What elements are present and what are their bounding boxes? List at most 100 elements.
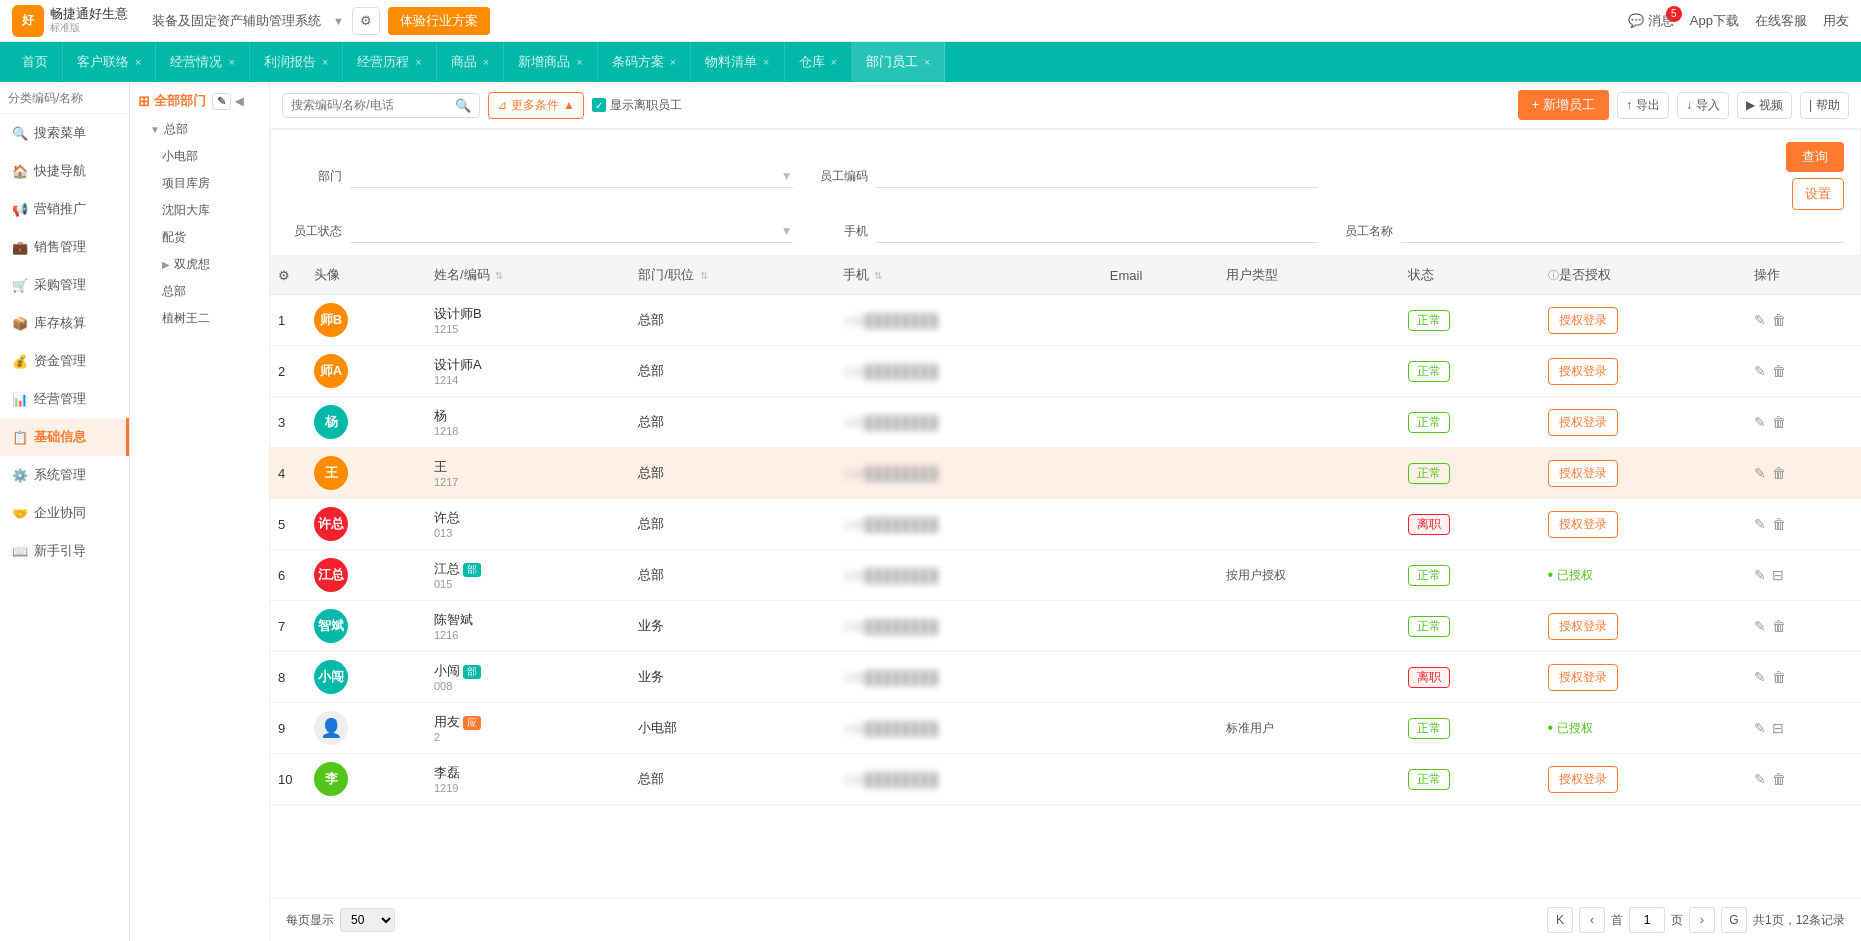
delete-button[interactable]: ⊟ <box>1772 720 1784 736</box>
col-dept[interactable]: 部门/职位 ⇅ <box>630 256 834 295</box>
page-number-input[interactable] <box>1629 907 1665 933</box>
auth-login-button[interactable]: 授权登录 <box>1548 511 1618 538</box>
user-menu[interactable]: 用友 <box>1823 12 1849 30</box>
status-select[interactable]: ▼ <box>350 220 793 243</box>
sidebar-item-system[interactable]: ⚙️系统管理 <box>0 456 129 494</box>
tab-department[interactable]: 部门员工 × <box>852 42 945 82</box>
close-operations-icon[interactable]: × <box>228 56 234 68</box>
more-conditions-button[interactable]: ⊿ 更多条件 ▲ <box>488 92 584 119</box>
auth-login-button[interactable]: 授权登录 <box>1548 307 1618 334</box>
dept-node-zongbu[interactable]: 总部 <box>142 278 269 305</box>
edit-button[interactable]: ✎ <box>1754 516 1766 532</box>
tab-goods[interactable]: 商品 × <box>437 42 504 82</box>
close-warehouse-icon[interactable]: × <box>831 56 837 68</box>
phone-input[interactable] <box>876 220 1319 243</box>
close-profit-icon[interactable]: × <box>322 56 328 68</box>
sidebar-item-basic[interactable]: 📋基础信息 <box>0 418 129 456</box>
app-download-button[interactable]: App下载 <box>1690 12 1739 30</box>
import-button[interactable]: ↓ 导入 <box>1677 92 1729 119</box>
auth-login-button[interactable]: 授权登录 <box>1548 460 1618 487</box>
sidebar-item-purchase[interactable]: 🛒采购管理 <box>0 266 129 304</box>
sidebar-item-business[interactable]: 📊经营管理 <box>0 380 129 418</box>
edit-button[interactable]: ✎ <box>1754 771 1766 787</box>
dept-node-xiaodian[interactable]: 小电部 <box>142 143 269 170</box>
auth-login-button[interactable]: 授权登录 <box>1548 358 1618 385</box>
close-bom-icon[interactable]: × <box>763 56 769 68</box>
video-button[interactable]: ▶ 视频 <box>1737 92 1792 119</box>
export-button[interactable]: ↑ 导出 <box>1617 92 1669 119</box>
dept-select[interactable]: ▼ <box>350 165 793 188</box>
col-name[interactable]: 姓名/编码 ⇅ <box>426 256 630 295</box>
help-button[interactable]: | 帮助 <box>1800 92 1849 119</box>
sidebar-item-finance[interactable]: 💰资金管理 <box>0 342 129 380</box>
delete-button[interactable]: 🗑 <box>1772 363 1786 379</box>
sidebar-item-quicknav[interactable]: 🏠快捷导航 <box>0 152 129 190</box>
delete-button[interactable]: 🗑 <box>1772 771 1786 787</box>
sidebar-item-inventory[interactable]: 📦库存核算 <box>0 304 129 342</box>
dept-node-peihuo[interactable]: 配货 <box>142 224 269 251</box>
reset-button[interactable]: 设置 <box>1792 178 1844 210</box>
close-new-goods-icon[interactable]: × <box>576 56 582 68</box>
first-page-button[interactable]: K <box>1547 907 1573 933</box>
close-goods-icon[interactable]: × <box>483 56 489 68</box>
close-barcode-icon[interactable]: × <box>670 56 676 68</box>
auth-login-button[interactable]: 授权登录 <box>1548 613 1618 640</box>
dept-node-zongbu-parent[interactable]: ▼ 总部 <box>130 116 269 143</box>
delete-button[interactable]: ⊟ <box>1772 567 1784 583</box>
next-page-button[interactable]: › <box>1689 907 1715 933</box>
message-button[interactable]: 💬 消息 5 <box>1628 12 1674 30</box>
col-phone[interactable]: 手机 ⇅ <box>835 256 1102 295</box>
sidebar-item-collab[interactable]: 🤝企业协同 <box>0 494 129 532</box>
trial-button[interactable]: 体验行业方案 <box>388 7 490 35</box>
sidebar-item-marketing[interactable]: 📢营销推广 <box>0 190 129 228</box>
tab-customer[interactable]: 客户联络 × <box>63 42 156 82</box>
settings-button[interactable]: ⚙ <box>352 7 380 35</box>
edit-button[interactable]: ✎ <box>1754 414 1766 430</box>
search-input[interactable] <box>291 98 451 112</box>
tab-warehouse[interactable]: 仓库 × <box>785 42 852 82</box>
dept-node-shenyang[interactable]: 沈阳大库 <box>142 197 269 224</box>
dept-edit-icon[interactable]: ✎ <box>212 93 231 110</box>
dept-collapse-icon[interactable]: ◀ <box>235 95 243 108</box>
query-button[interactable]: 查询 <box>1786 142 1844 172</box>
last-page-button[interactable]: G <box>1721 907 1747 933</box>
edit-button[interactable]: ✎ <box>1754 312 1766 328</box>
sidebar-search-input[interactable] <box>8 91 130 105</box>
tab-bom[interactable]: 物料清单 × <box>691 42 784 82</box>
edit-button[interactable]: ✎ <box>1754 465 1766 481</box>
delete-button[interactable]: 🗑 <box>1772 618 1786 634</box>
close-department-icon[interactable]: × <box>924 56 930 68</box>
edit-button[interactable]: ✎ <box>1754 720 1766 736</box>
online-service-button[interactable]: 在线客服 <box>1755 12 1807 30</box>
auth-login-button[interactable]: 授权登录 <box>1548 409 1618 436</box>
delete-button[interactable]: 🗑 <box>1772 414 1786 430</box>
tab-new-goods[interactable]: 新增商品 × <box>504 42 597 82</box>
dept-node-project[interactable]: 项目库房 <box>142 170 269 197</box>
edit-button[interactable]: ✎ <box>1754 567 1766 583</box>
delete-button[interactable]: 🗑 <box>1772 465 1786 481</box>
show-resigned-toggle[interactable]: ✓ 显示离职员工 <box>592 97 682 114</box>
sys-dropdown-icon[interactable]: ▼ <box>333 15 344 27</box>
sidebar-item-search[interactable]: 🔍搜索菜单 <box>0 114 129 152</box>
close-customer-icon[interactable]: × <box>135 56 141 68</box>
edit-button[interactable]: ✎ <box>1754 669 1766 685</box>
sidebar-item-sales[interactable]: 💼销售管理 <box>0 228 129 266</box>
edit-button[interactable]: ✎ <box>1754 618 1766 634</box>
prev-page-button[interactable]: ‹ <box>1579 907 1605 933</box>
search-icon[interactable]: 🔍 <box>455 98 471 113</box>
dept-all-header[interactable]: ⊞ 全部部门 ✎ ◀ <box>130 86 269 116</box>
emp-code-input[interactable] <box>876 165 1319 188</box>
show-resigned-checkbox[interactable]: ✓ <box>592 98 606 112</box>
tab-history[interactable]: 经营历程 × <box>343 42 436 82</box>
dept-node-shuanghu[interactable]: ▶ 双虎想 <box>142 251 269 278</box>
auth-login-button[interactable]: 授权登录 <box>1548 766 1618 793</box>
dept-node-zhishu[interactable]: 植树王二 <box>142 305 269 332</box>
emp-name-input[interactable] <box>1401 220 1844 243</box>
delete-button[interactable]: 🗑 <box>1772 312 1786 328</box>
per-page-select[interactable]: 50 20 100 <box>340 908 395 932</box>
col-settings[interactable]: ⚙ <box>270 256 306 295</box>
sidebar-item-guide[interactable]: 📖新手引导 <box>0 532 129 570</box>
auth-login-button[interactable]: 授权登录 <box>1548 664 1618 691</box>
delete-button[interactable]: 🗑 <box>1772 669 1786 685</box>
tab-barcode[interactable]: 条码方案 × <box>598 42 691 82</box>
